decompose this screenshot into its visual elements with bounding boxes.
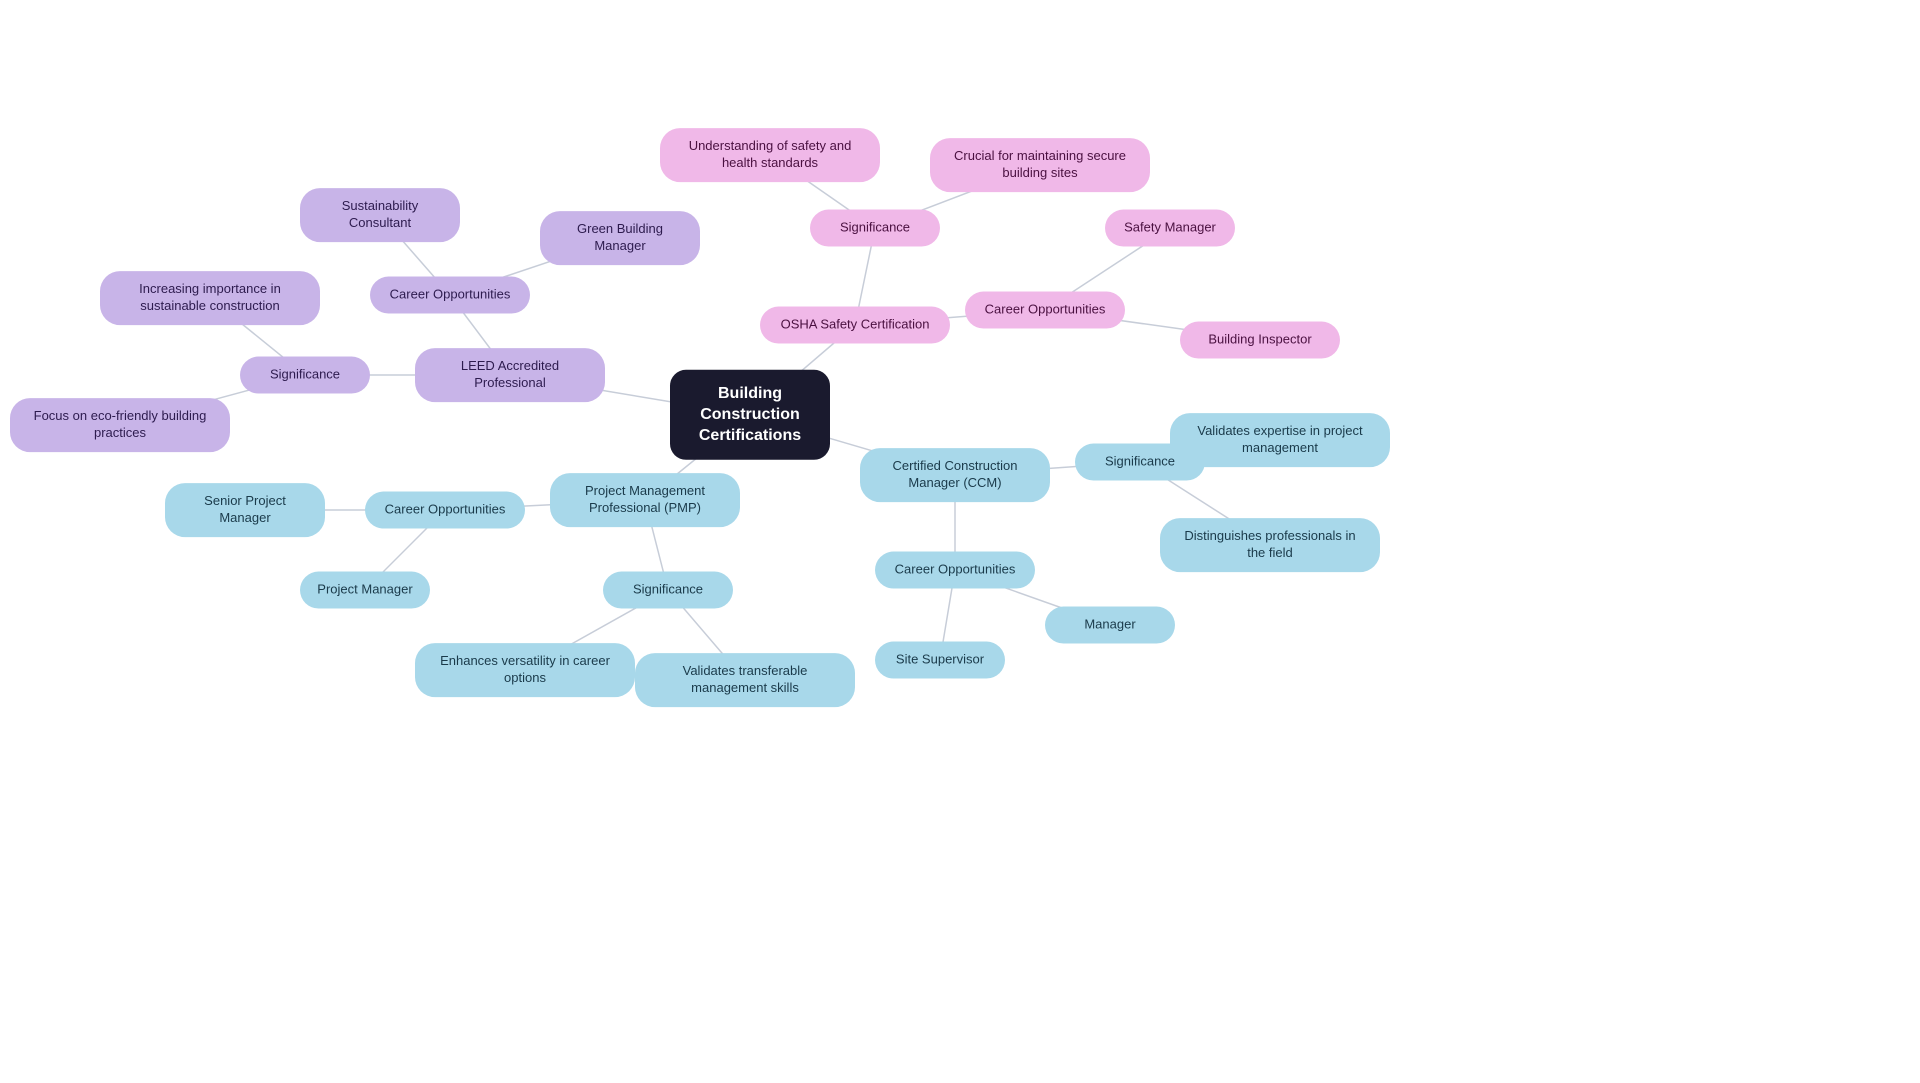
node-crucial_safety[interactable]: Crucial for maintaining secure building … <box>930 138 1150 192</box>
node-osha_career[interactable]: Career Opportunities <box>965 292 1125 329</box>
node-green_mgr[interactable]: Green Building Manager <box>540 211 700 265</box>
node-ccm_career[interactable]: Career Opportunities <box>875 552 1035 589</box>
node-enhances_vers[interactable]: Enhances versatility in career options <box>415 643 635 697</box>
node-validates_transfer[interactable]: Validates transferable management skills <box>635 653 855 707</box>
node-site_supervisor[interactable]: Site Supervisor <box>875 642 1005 679</box>
node-leed_career[interactable]: Career Opportunities <box>370 277 530 314</box>
node-leed_sig[interactable]: Significance <box>240 357 370 394</box>
node-pmp_career[interactable]: Career Opportunities <box>365 492 525 529</box>
node-sust_consultant[interactable]: Sustainability Consultant <box>300 188 460 242</box>
node-validates_expertise[interactable]: Validates expertise in project managemen… <box>1170 413 1390 467</box>
node-pmp[interactable]: Project Management Professional (PMP) <box>550 473 740 527</box>
node-leed[interactable]: LEED Accredited Professional <box>415 348 605 402</box>
node-osha_sig[interactable]: Significance <box>810 210 940 247</box>
node-senior_pm[interactable]: Senior Project Manager <box>165 483 325 537</box>
node-pmp_sig[interactable]: Significance <box>603 572 733 609</box>
node-eco_friendly[interactable]: Focus on eco-friendly building practices <box>10 398 230 452</box>
node-safety_mgr[interactable]: Safety Manager <box>1105 210 1235 247</box>
node-ccm[interactable]: Certified Construction Manager (CCM) <box>860 448 1050 502</box>
node-osha[interactable]: OSHA Safety Certification <box>760 307 950 344</box>
node-increasing_imp[interactable]: Increasing importance in sustainable con… <box>100 271 320 325</box>
node-manager[interactable]: Manager <box>1045 607 1175 644</box>
node-understanding_safety[interactable]: Understanding of safety and health stand… <box>660 128 880 182</box>
node-bldg_inspector[interactable]: Building Inspector <box>1180 322 1340 359</box>
node-distinguishes[interactable]: Distinguishes professionals in the field <box>1160 518 1380 572</box>
center-node[interactable]: Building Construction Certifications <box>670 370 830 460</box>
node-project_mgr[interactable]: Project Manager <box>300 572 430 609</box>
mindmap-container: Building Construction Certifications LEED… <box>0 0 1920 1083</box>
